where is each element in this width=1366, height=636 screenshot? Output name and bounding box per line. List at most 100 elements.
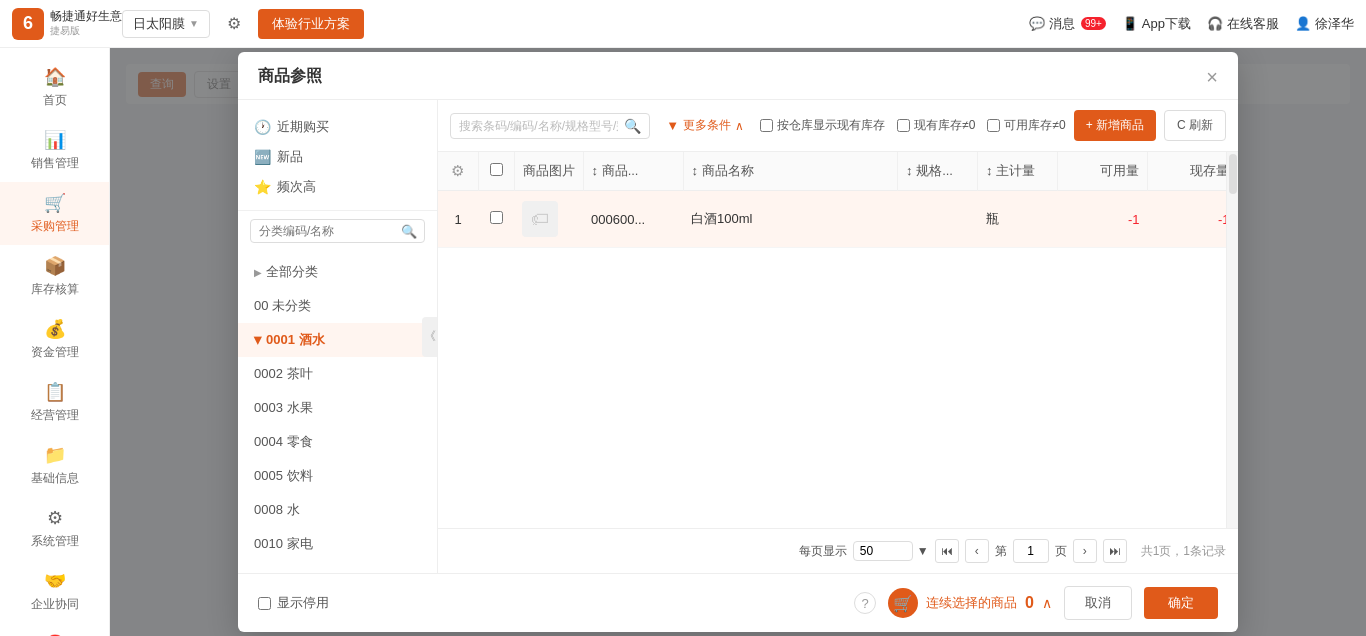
sort-icon: ↕: [592, 163, 599, 178]
sidebar-item-finance[interactable]: 💰 资金管理: [0, 308, 109, 371]
row-stock: -1: [1148, 191, 1238, 248]
sidebar-item-inventory[interactable]: 📦 库存核算: [0, 245, 109, 308]
per-page-select[interactable]: ▼: [853, 541, 929, 561]
scrollbar-thumb: [1229, 154, 1237, 194]
sidebar-item-purchase[interactable]: 🛒 采购管理: [0, 182, 109, 245]
add-product-button[interactable]: + 新增商品: [1074, 110, 1156, 141]
show-disabled-checkbox[interactable]: [258, 597, 271, 610]
category-item-0004[interactable]: 0004 零食: [238, 425, 437, 459]
sidebar-item-enterprise[interactable]: 🤝 企业协同: [0, 560, 109, 623]
app-download-item[interactable]: 📱 App下载: [1122, 15, 1191, 33]
show-disabled-checkbox-label[interactable]: 显示停用: [258, 594, 329, 612]
product-table: ⚙ 商品图片: [438, 152, 1238, 248]
row-checkbox[interactable]: [490, 211, 503, 224]
col-stock-header: 现存量: [1148, 152, 1238, 191]
first-page-button[interactable]: ⏮: [935, 539, 959, 563]
category-panel: 🕐 近期购买 🆕 新品 ⭐ 频次高: [238, 100, 438, 573]
category-0008-label: 0008 水: [254, 501, 300, 519]
checkbox-current-stock[interactable]: 现有库存≠0: [897, 117, 975, 134]
operations-icon: 📋: [44, 381, 66, 403]
quick-link-new[interactable]: 🆕 新品: [250, 142, 425, 172]
filter-icon: ▼: [666, 118, 679, 133]
experience-button[interactable]: 体验行业方案: [258, 9, 364, 39]
col-code-header[interactable]: ↕ 商品...: [583, 152, 683, 191]
category-0004-label: 0004 零食: [254, 433, 313, 451]
logo-icon: 6: [12, 8, 44, 40]
confirm-button[interactable]: 确定: [1144, 587, 1218, 619]
category-item-0001[interactable]: 0001 酒水: [238, 323, 437, 357]
row-available: -1: [1058, 191, 1148, 248]
online-service-item[interactable]: 🎧 在线客服: [1207, 15, 1279, 33]
col-unit-header[interactable]: ↕ 主计量: [978, 152, 1058, 191]
category-item-0010[interactable]: 0010 家电: [238, 527, 437, 561]
col-name-header[interactable]: ↕ 商品名称: [683, 152, 898, 191]
branch-selector[interactable]: 日太阳膜 ▼: [122, 10, 210, 38]
collapse-panel-button[interactable]: 《: [422, 317, 438, 357]
category-item-0002[interactable]: 0002 茶叶: [238, 357, 437, 391]
nav-right: 💬 消息 99+ 📱 App下载 🎧 在线客服 👤 徐泽华: [1029, 15, 1354, 33]
help-icon[interactable]: ?: [854, 592, 876, 614]
filter-button[interactable]: ▼ 更多条件 ∧: [658, 113, 752, 138]
table-scrollbar[interactable]: [1226, 152, 1238, 528]
modal-header: 商品参照 ×: [238, 52, 1238, 100]
checkbox-warehouse-stock[interactable]: 按仓库显示现有库存: [760, 117, 885, 134]
messages-nav-item[interactable]: 💬 消息 99+: [1029, 15, 1106, 33]
category-item-00[interactable]: 00 未分类: [238, 289, 437, 323]
row-spec: [898, 191, 978, 248]
logo-text: 畅捷通好生意: [50, 9, 122, 25]
sidebar-item-system[interactable]: ⚙ 系统管理: [0, 497, 109, 560]
page-suffix: 页: [1055, 543, 1067, 560]
col-spec-header[interactable]: ↕ 规格...: [898, 152, 978, 191]
checkbox-available-stock[interactable]: 可用库存≠0: [987, 117, 1065, 134]
category-item-0005[interactable]: 0005 饮料: [238, 459, 437, 493]
sort-icon: ↕: [986, 163, 993, 178]
select-all-checkbox[interactable]: [490, 163, 503, 176]
settings-icon[interactable]: ⚙: [218, 8, 250, 40]
sidebar-item-guide[interactable]: 🎯 新手引导: [0, 623, 109, 636]
category-search-icon: 🔍: [401, 224, 417, 239]
quick-link-frequent[interactable]: ⭐ 频次高: [250, 172, 425, 202]
product-table-container: ⚙ 商品图片: [438, 152, 1238, 528]
search-toolbar: 🔍 ▼ 更多条件 ∧ 按仓库显示现有库存: [438, 100, 1238, 152]
logo-sub: 捷易版: [50, 24, 122, 38]
checkbox-warehouse-stock-input[interactable]: [760, 119, 773, 132]
per-page-dropdown-icon[interactable]: ▼: [917, 544, 929, 558]
quick-link-recent[interactable]: 🕐 近期购买: [250, 112, 425, 142]
sidebar-label-system: 系统管理: [31, 533, 79, 550]
category-item-0008[interactable]: 0008 水: [238, 493, 437, 527]
footer-right: ? 🛒 连续选择的商品 0 ∧ 取消 确定: [854, 586, 1218, 620]
category-0003-label: 0003 水果: [254, 399, 313, 417]
checkbox-available-stock-input[interactable]: [987, 119, 1000, 132]
sidebar-label-sales: 销售管理: [31, 155, 79, 172]
per-page-input[interactable]: [853, 541, 913, 561]
category-0005-label: 0005 饮料: [254, 467, 313, 485]
basic-info-icon: 📁: [44, 444, 66, 466]
category-search-input[interactable]: [250, 219, 425, 243]
cancel-button[interactable]: 取消: [1064, 586, 1132, 620]
user-profile-item[interactable]: 👤 徐泽华: [1295, 15, 1354, 33]
table-settings-icon[interactable]: ⚙: [451, 162, 464, 179]
modal-close-button[interactable]: ×: [1206, 67, 1218, 87]
category-item-0003[interactable]: 0003 水果: [238, 391, 437, 425]
headset-icon: 🎧: [1207, 16, 1223, 31]
last-page-button[interactable]: ⏭: [1103, 539, 1127, 563]
current-page-input[interactable]: [1013, 539, 1049, 563]
sidebar-item-operations[interactable]: 📋 经营管理: [0, 371, 109, 434]
show-disabled-label: 显示停用: [277, 594, 329, 612]
category-item-all[interactable]: 全部分类: [238, 255, 437, 289]
sidebar-label-basic-info: 基础信息: [31, 470, 79, 487]
filter-label: 更多条件: [683, 117, 731, 134]
refresh-button[interactable]: C 刷新: [1164, 110, 1226, 141]
checkbox-warehouse-stock-label: 按仓库显示现有库存: [777, 117, 885, 134]
sidebar-item-basic-info[interactable]: 📁 基础信息: [0, 434, 109, 497]
cart-collapse-icon[interactable]: ∧: [1042, 595, 1052, 611]
sidebar-item-home[interactable]: 🏠 首页: [0, 56, 109, 119]
product-search-input[interactable]: [459, 119, 618, 133]
checkbox-current-stock-input[interactable]: [897, 119, 910, 132]
sidebar-item-sales[interactable]: 📊 销售管理: [0, 119, 109, 182]
row-num: 1: [438, 191, 478, 248]
table-row[interactable]: 1 🏷 000600...: [438, 191, 1238, 248]
prev-page-button[interactable]: ‹: [965, 539, 989, 563]
next-page-button[interactable]: ›: [1073, 539, 1097, 563]
row-checkbox-cell: [478, 191, 514, 248]
